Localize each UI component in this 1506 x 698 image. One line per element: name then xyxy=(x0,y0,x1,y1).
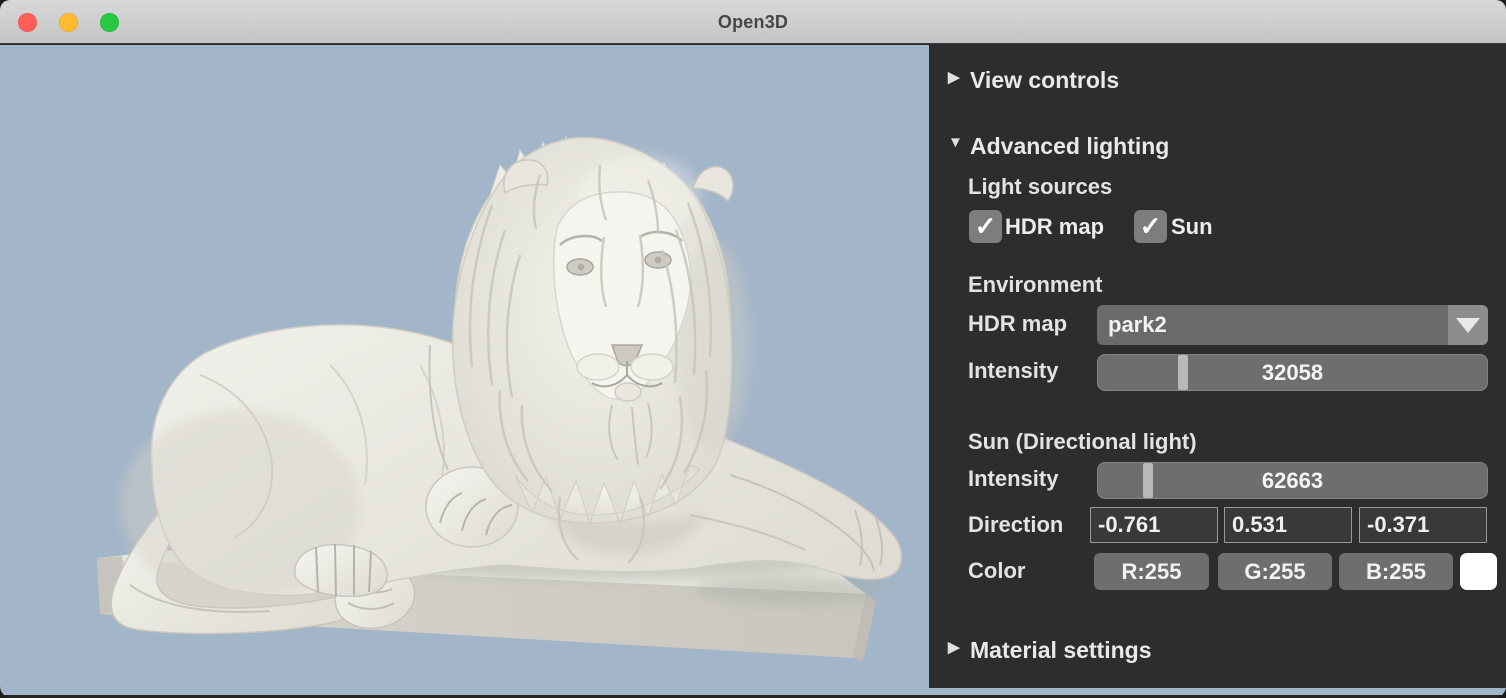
section-view-controls[interactable]: ▶ View controls xyxy=(929,65,1506,95)
chevron-down-icon: ▼ xyxy=(948,134,963,151)
sun-intensity-label: Intensity xyxy=(968,466,1059,491)
section-label: Material settings xyxy=(970,637,1152,663)
direction-x-field[interactable] xyxy=(1090,507,1218,543)
color-label: Color xyxy=(968,558,1026,583)
hdr-map-checkbox[interactable]: ✓ xyxy=(969,210,1002,243)
color-green-button[interactable]: G:255 xyxy=(1218,553,1332,590)
direction-label: Direction xyxy=(968,512,1064,537)
section-material-settings[interactable]: ▶ Material settings xyxy=(929,635,1506,665)
env-intensity-value: 32058 xyxy=(1261,360,1324,385)
env-intensity-slider[interactable]: 32058 xyxy=(1097,354,1488,391)
hdr-map-checkbox-label: HDR map xyxy=(1005,214,1105,239)
sun-intensity-value: 62663 xyxy=(1261,468,1324,493)
sun-intensity-slider[interactable]: 62663 xyxy=(1097,462,1488,499)
hdr-map-selected-value: park2 xyxy=(1108,312,1167,337)
section-advanced-lighting[interactable]: ▼ Advanced lighting xyxy=(929,131,1506,161)
window-title: Open3D xyxy=(717,12,789,32)
title-bar: Open3D xyxy=(0,0,1506,44)
sun-checkbox-label: Sun xyxy=(1171,214,1213,239)
color-red-button[interactable]: R:255 xyxy=(1094,553,1209,590)
settings-panel: ▶ View controls ▼ Advanced lighting Ligh… xyxy=(929,45,1506,688)
env-intensity-label: Intensity xyxy=(968,358,1059,383)
section-label: Advanced lighting xyxy=(970,133,1170,159)
section-label: View controls xyxy=(970,67,1120,93)
chevron-right-icon: ▶ xyxy=(948,69,960,86)
direction-z-field[interactable] xyxy=(1359,507,1487,543)
direction-y-field[interactable] xyxy=(1224,507,1352,543)
sun-checkbox[interactable]: ✓ xyxy=(1134,210,1167,243)
hdr-map-dropdown[interactable]: park2 xyxy=(1097,305,1488,345)
light-sources-label: Light sources xyxy=(968,174,1113,199)
chevron-right-icon: ▶ xyxy=(948,639,960,656)
hdr-map-label: HDR map xyxy=(968,311,1068,336)
color-blue-button[interactable]: B:255 xyxy=(1339,553,1453,590)
dropdown-arrow-icon xyxy=(1456,318,1480,333)
lion-model xyxy=(97,135,902,661)
app-window: Open3D ▶ View controls ▼ Advanced lighti… xyxy=(0,0,1506,698)
sun-section-label: Sun (Directional light) xyxy=(968,429,1197,454)
dropdown-button[interactable] xyxy=(1448,305,1488,345)
environment-label: Environment xyxy=(968,272,1103,297)
color-swatch[interactable] xyxy=(1460,553,1497,590)
